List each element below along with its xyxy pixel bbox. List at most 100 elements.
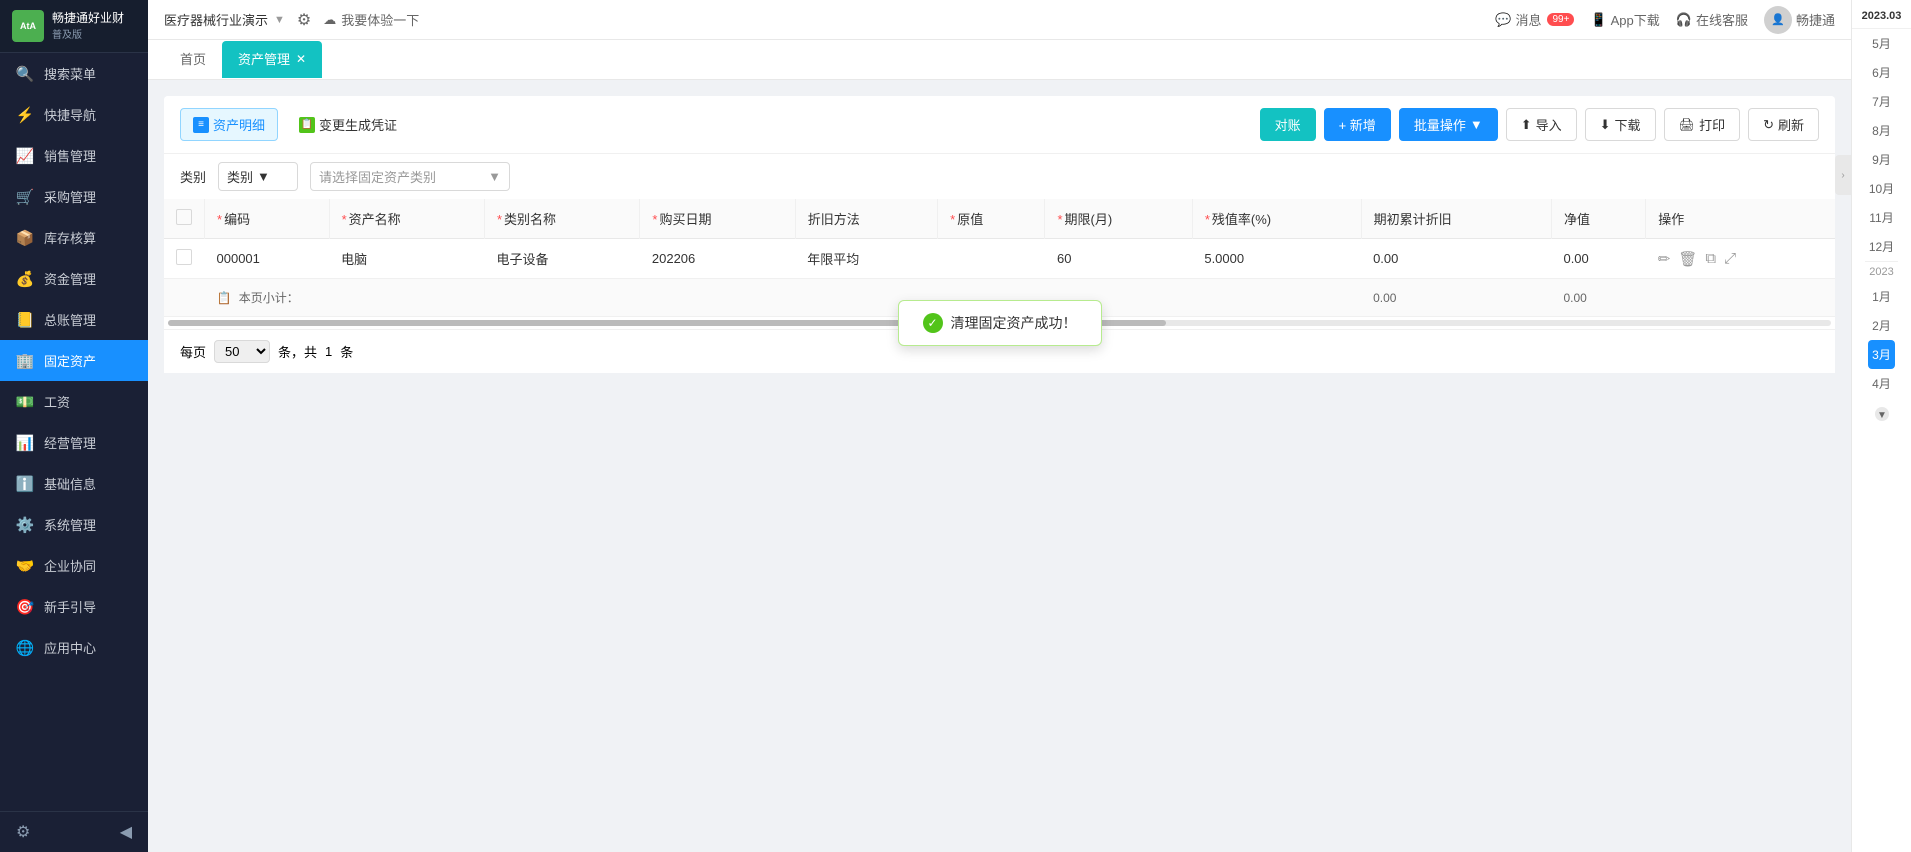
select-all-checkbox[interactable] [176, 209, 192, 225]
print-button[interactable]: 🖨 打印 [1664, 108, 1741, 141]
cell-depr-method: 年限平均 [795, 239, 937, 279]
sidebar-item-inventory[interactable]: 📦库存核算 [0, 217, 148, 258]
experience-button[interactable]: ☁ 我要体验一下 [323, 10, 419, 29]
sidebar-label-payroll: 工资 [44, 392, 70, 411]
main-area: 医疗器械行业演示 ▼ ⚙ ☁ 我要体验一下 💬 消息 99+ 📱 App下载 🎧… [148, 0, 1851, 852]
tabs-bar: 首页 资产管理 ✕ [148, 40, 1851, 80]
th-accum-depr: 期初累计折旧 [1361, 199, 1551, 239]
category-value-select[interactable]: 请选择固定资产类别 ▼ [310, 162, 510, 191]
tab-close-icon[interactable]: ✕ [296, 52, 306, 66]
sub-tab-asset-detail[interactable]: ≡ 资产明细 [180, 108, 278, 141]
sidebar-item-quicknav[interactable]: ⚡快捷导航 [0, 94, 148, 135]
app-download-button[interactable]: 📱 App下载 [1590, 10, 1659, 29]
import-button[interactable]: ⬆ 导入 [1506, 108, 1577, 141]
sidebar-item-purchase[interactable]: 🛒采购管理 [0, 176, 148, 217]
user-menu[interactable]: 👤 畅捷通 [1764, 6, 1835, 34]
cell-action: ✏ 🗑 ⧉ ⤢ [1646, 239, 1835, 279]
row-checkbox[interactable] [176, 249, 192, 265]
batch-ops-button[interactable]: 批量操作 ▼ [1399, 108, 1498, 141]
cell-code: 000001 [205, 239, 330, 279]
settings-icon[interactable]: ⚙ [16, 822, 30, 842]
calendar-month-after-3月[interactable]: 3月 [1868, 340, 1895, 369]
messages-badge: 99+ [1547, 13, 1574, 26]
calendar-year-header: 2023.03 [1852, 4, 1911, 29]
cell-residual-rate: 5.0000 [1192, 239, 1361, 279]
calendar-month-12月[interactable]: 12月 [1865, 232, 1898, 261]
sidebar-footer: ⚙ ◀ [0, 811, 148, 852]
cell-accum-depr: 0.00 [1361, 239, 1551, 279]
sidebar-item-bizcolab[interactable]: 🤝 企业协同 [0, 545, 148, 586]
th-action: 操作 [1646, 199, 1835, 239]
company-name: 医疗器械行业演示 [164, 10, 268, 29]
th-category: *类别名称 [484, 199, 639, 239]
online-service-button[interactable]: 🎧 在线客服 [1676, 10, 1748, 29]
calendar-month-10月[interactable]: 10月 [1865, 174, 1898, 203]
refresh-button[interactable]: ↻ 刷新 [1748, 108, 1819, 141]
new-button[interactable]: + 新增 [1324, 108, 1391, 141]
category-type-select[interactable]: 类别 ▼ [218, 162, 298, 191]
guide-nav-icon: 🎯 [16, 598, 34, 616]
tab-assets[interactable]: 资产管理 ✕ [222, 41, 322, 78]
calendar-month-9月[interactable]: 9月 [1865, 145, 1898, 174]
calendar-month-8月[interactable]: 8月 [1865, 116, 1898, 145]
sidebar-item-sales[interactable]: 📈销售管理 [0, 135, 148, 176]
category-label: 类别 [180, 167, 206, 186]
cell-net-value: 0.00 [1551, 239, 1645, 279]
sidebar-item-ledger[interactable]: 📒总账管理 [0, 299, 148, 340]
calendar-month-5月[interactable]: 5月 [1865, 29, 1898, 58]
sidebar-label-appstore: 应用中心 [44, 638, 96, 657]
sidebar-item-appstore[interactable]: 🌐应用中心 [0, 627, 148, 668]
page-content: ≡ 资产明细 📋 变更生成凭证 对账 + 新增 [148, 80, 1851, 852]
success-check-icon: ✓ [923, 313, 943, 333]
sidebar-nav: 🔍搜索菜单⚡快捷导航📈销售管理🛒采购管理📦库存核算💰资金管理📒总账管理🏢固定资产… [0, 53, 148, 811]
per-page-label: 每页 [180, 342, 206, 361]
right-sidebar-toggle[interactable]: › [1835, 155, 1851, 195]
toolbar: ≡ 资产明细 📋 变更生成凭证 对账 + 新增 [164, 96, 1835, 153]
print-icon: 🖨 [1679, 117, 1696, 133]
calendar-month-6月[interactable]: 6月 [1865, 58, 1898, 87]
messages-button[interactable]: 💬 消息 99+ [1495, 10, 1574, 29]
calendar-down-icon[interactable]: ▼ [1874, 406, 1890, 422]
th-checkbox [164, 199, 205, 239]
funds-nav-icon: 💰 [16, 270, 34, 288]
delete-icon[interactable]: 🗑 [1678, 250, 1697, 268]
inventory-nav-icon: 📦 [16, 229, 34, 247]
toast-message: 清理固定资产成功！ [951, 313, 1077, 333]
total-prefix: 条，共 [278, 342, 317, 361]
sidebar-item-funds[interactable]: 💰资金管理 [0, 258, 148, 299]
sidebar-logo: AtA 畅捷通好业财 普及版 [0, 0, 148, 53]
company-selector[interactable]: 医疗器械行业演示 ▼ [164, 10, 285, 29]
edit-icon[interactable]: ✏ [1658, 250, 1671, 268]
sidebar-label-basicinfo: 基础信息 [44, 474, 96, 493]
reconcile-button[interactable]: 对账 [1260, 108, 1316, 141]
search-nav-icon: 🔍 [16, 65, 34, 83]
calendar-month-after-1月[interactable]: 1月 [1868, 282, 1895, 311]
sub-tab-voucher-gen[interactable]: 📋 变更生成凭证 [286, 108, 410, 141]
calendar-current-year: 2023 [1865, 261, 1897, 282]
sidebar-item-guide[interactable]: 🎯新手引导 [0, 586, 148, 627]
download-icon: ⬇ [1600, 117, 1611, 133]
sidebar-item-search[interactable]: 🔍搜索菜单 [0, 53, 148, 94]
calendar-month-7月[interactable]: 7月 [1865, 87, 1898, 116]
bizcolab-nav-icon: 🤝 [16, 557, 34, 575]
operations-nav-icon: 📊 [16, 434, 34, 452]
collapse-icon[interactable]: ◀ [120, 822, 132, 842]
copy-icon[interactable]: ⧉ [1705, 250, 1716, 267]
download-button[interactable]: ⬇ 下载 [1585, 108, 1656, 141]
calendar-month-11月[interactable]: 11月 [1865, 203, 1898, 232]
sidebar-item-fixedassets[interactable]: 🏢固定资产 [0, 340, 148, 381]
calendar-month-after-4月[interactable]: 4月 [1868, 369, 1895, 398]
sidebar-item-basicinfo[interactable]: ℹ️基础信息 [0, 463, 148, 504]
calendar-month-after-2月[interactable]: 2月 [1868, 311, 1895, 340]
messages-icon: 💬 [1495, 12, 1511, 28]
per-page-select[interactable]: 50 100 200 [214, 340, 270, 363]
sidebar-label-bizcolab: 企业协同 [44, 556, 96, 575]
sidebar-item-operations[interactable]: 📊经营管理 [0, 422, 148, 463]
sidebar-item-payroll[interactable]: 💵工资 [0, 381, 148, 422]
header-settings-icon[interactable]: ⚙ [297, 10, 311, 30]
more-icon[interactable]: ⤢ [1724, 250, 1736, 267]
sidebar-item-sysmanage[interactable]: ⚙️系统管理 [0, 504, 148, 545]
tab-home[interactable]: 首页 [164, 41, 222, 78]
category-type-arrow: ▼ [257, 169, 270, 184]
batch-ops-arrow: ▼ [1470, 117, 1483, 132]
